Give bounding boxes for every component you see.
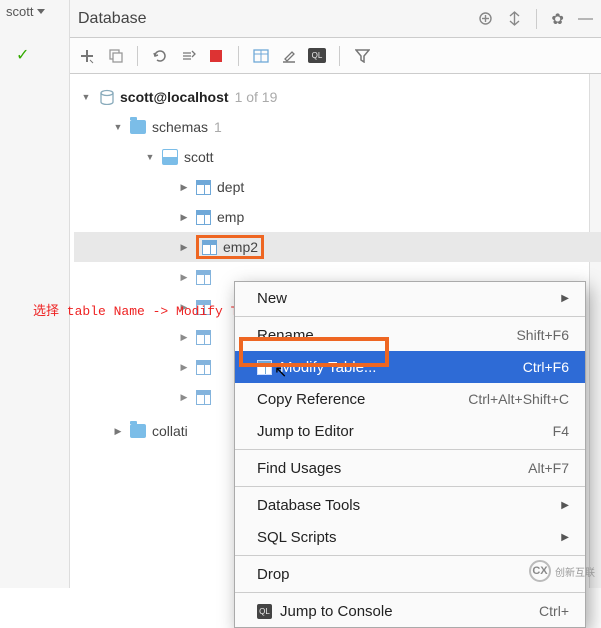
separator [339,46,340,66]
chevron-down-icon [37,9,45,14]
connection-label: scott@localhost [120,89,229,105]
expand-icon[interactable] [507,11,522,26]
chevron-right-icon[interactable] [178,271,190,283]
menu-copy-reference[interactable]: Copy Reference Ctrl+Alt+Shift+C [235,383,585,415]
table-node-emp2[interactable]: emp2 [74,232,601,262]
menu-find-usages[interactable]: Find Usages Alt+F7 [235,452,585,484]
sync-icon[interactable] [179,47,197,65]
chevron-down-icon[interactable] [112,121,124,133]
connection-node[interactable]: scott@localhost 1 of 19 [74,82,601,112]
menu-rename[interactable]: Rename... Shift+F6 [235,319,585,351]
table-icon [257,360,272,375]
schemas-label: schemas [152,119,208,135]
menu-separator [235,449,585,450]
menu-jump-editor[interactable]: Jump to Editor F4 [235,415,585,447]
chevron-right-icon[interactable] [178,181,190,193]
menu-new[interactable]: New [235,282,585,314]
menu-modify-table[interactable]: Modify Table... Ctrl+F6 [235,351,585,383]
chevron-right-icon[interactable] [178,211,190,223]
filter-icon[interactable] [353,47,371,65]
separator [536,9,537,29]
separator [137,46,138,66]
schema-icon [162,149,178,165]
table-icon [196,210,211,225]
separator [238,46,239,66]
panel-titlebar: Database ✿ — [70,0,601,38]
table-node-dept[interactable]: dept [74,172,601,202]
folder-icon [130,424,146,438]
table-icon [196,270,211,285]
menu-jump-console[interactable]: QLJump to Console Ctrl+ [235,595,585,627]
chevron-right-icon[interactable] [178,391,190,403]
edit-icon[interactable] [280,47,298,65]
menu-separator [235,316,585,317]
schemas-node[interactable]: schemas 1 [74,112,601,142]
chevron-right-icon[interactable] [178,331,190,343]
schemas-count: 1 [214,119,222,135]
panel-title: Database [78,10,478,28]
check-icon: ✓ [0,45,69,65]
menu-database-tools[interactable]: Database Tools [235,489,585,521]
project-name: scott [6,4,33,19]
copy-icon[interactable] [106,47,124,65]
watermark-logo-icon: CX [529,560,551,582]
folder-icon [130,120,146,134]
sql-console-icon[interactable]: QL [308,47,326,65]
collapse-icon[interactable] [478,11,493,26]
table-icon [196,360,211,375]
chevron-right-icon[interactable] [112,425,124,437]
toolbar: QL [70,38,601,74]
table-label: emp [217,209,244,225]
table-icon [196,180,211,195]
table-icon [196,390,211,405]
menu-separator [235,592,585,593]
chevron-down-icon[interactable] [80,91,92,103]
menu-separator [235,486,585,487]
chevron-right-icon[interactable] [178,241,190,253]
chevron-right-icon[interactable] [178,361,190,373]
table-label: emp2 [223,239,258,255]
watermark: CX 创新互联 [529,560,595,582]
collations-label: collati [152,423,188,439]
schema-node[interactable]: scott [74,142,601,172]
chevron-down-icon[interactable] [144,151,156,163]
table-view-icon[interactable] [252,47,270,65]
table-icon [196,330,211,345]
menu-separator [235,555,585,556]
table-node-emp[interactable]: emp [74,202,601,232]
minimize-icon[interactable]: — [578,10,593,27]
add-icon[interactable] [78,47,96,65]
project-sidebar: scott ✓ [0,0,70,588]
table-icon [202,240,217,255]
watermark-text: 创新互联 [555,564,595,579]
highlight-box: emp2 [196,235,264,259]
connection-count: 1 of 19 [235,89,278,105]
cursor-icon: ↖ [274,362,287,382]
refresh-icon[interactable] [151,47,169,65]
sql-console-icon: QL [257,604,272,619]
schema-label: scott [184,149,214,165]
project-selector[interactable]: scott [0,0,69,25]
table-label: dept [217,179,244,195]
menu-sql-scripts[interactable]: SQL Scripts [235,521,585,553]
database-icon [98,89,114,105]
stop-icon[interactable] [207,47,225,65]
gear-icon[interactable]: ✿ [551,10,564,28]
